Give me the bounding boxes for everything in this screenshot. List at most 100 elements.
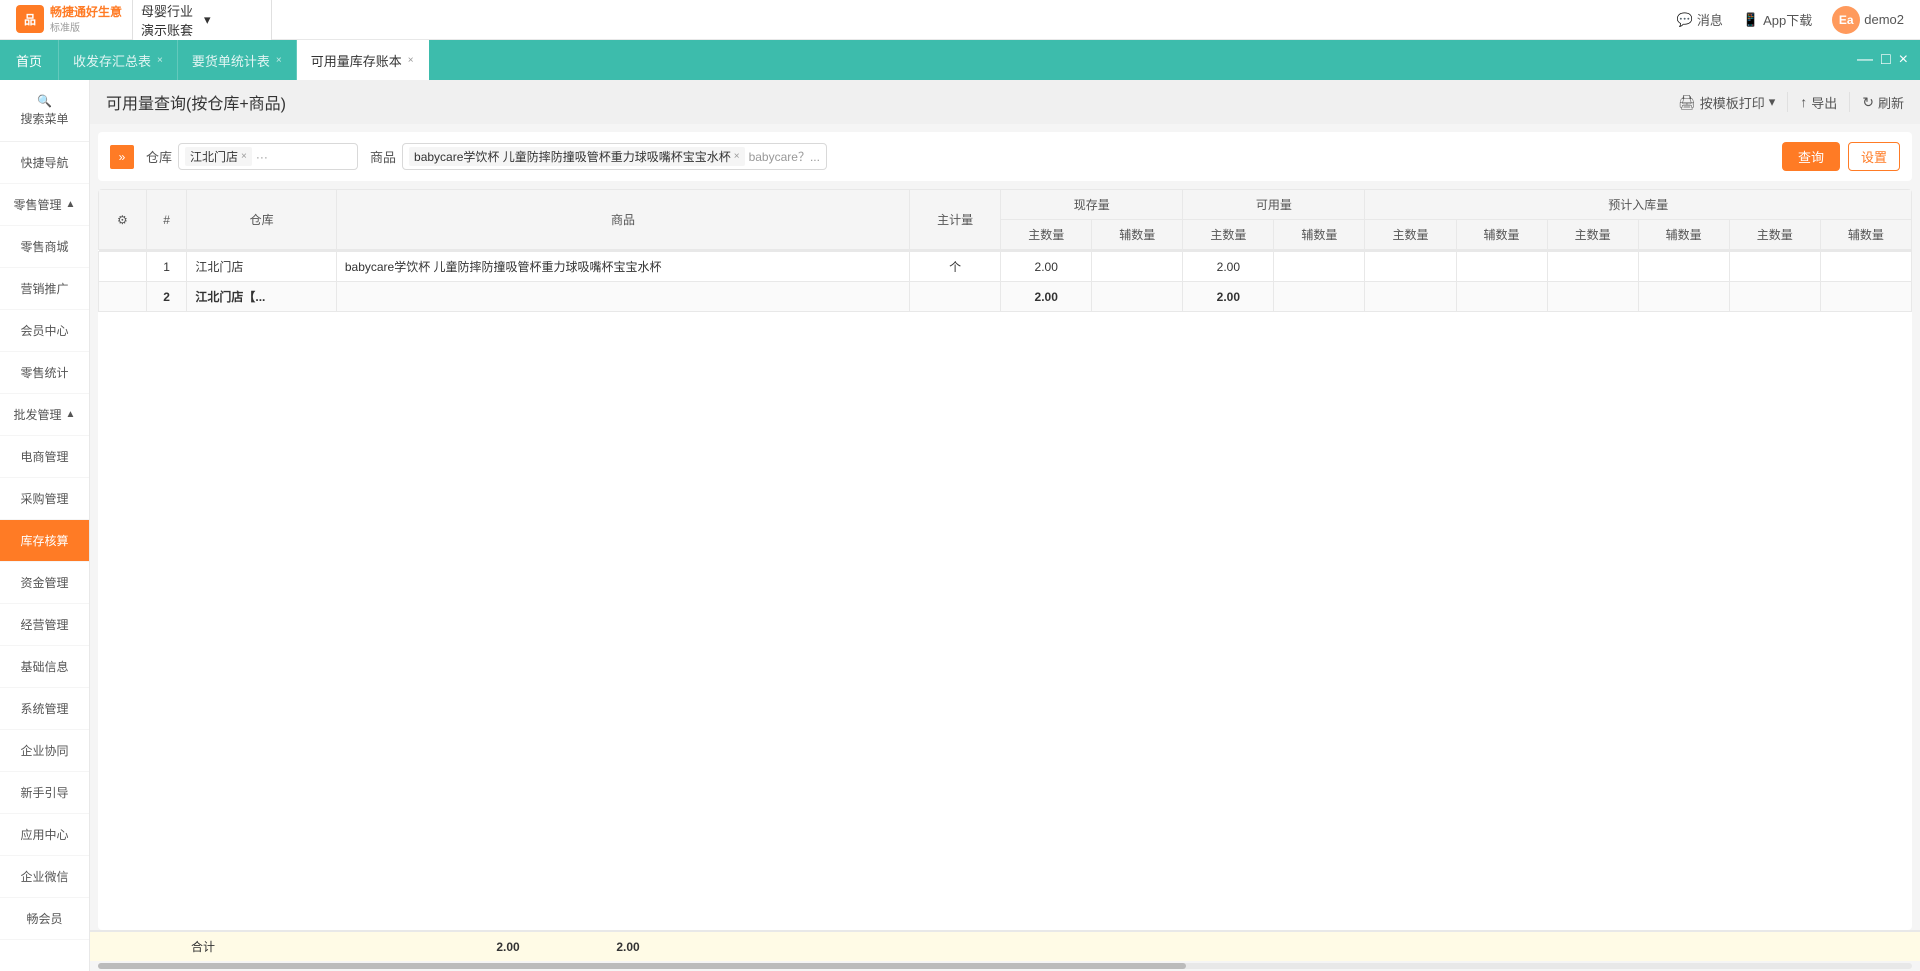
- th-stock-aux: 辅数量: [1092, 220, 1183, 250]
- footer-stock-main: 2.00: [478, 940, 538, 954]
- row2-warehouse: 江北门店【...: [187, 282, 336, 312]
- tab-receive-label: 收发存汇总表: [73, 51, 151, 70]
- tab-available-close-icon[interactable]: ×: [408, 55, 414, 66]
- th-purchase-aux: 辅数量: [1456, 220, 1547, 250]
- sidebar-purchase-label: 采购管理: [20, 490, 68, 507]
- sidebar-wechat-label: 企业微信: [20, 868, 68, 885]
- row2-no: 2: [146, 282, 187, 312]
- scroll-thumb[interactable]: [98, 963, 1186, 969]
- warehouse-tag-remove[interactable]: ×: [241, 151, 247, 162]
- scroll-area[interactable]: [98, 961, 1912, 971]
- brand-info: 畅捷通好生意 标准版: [50, 5, 122, 34]
- tab-available-inventory[interactable]: 可用量库存账本 ×: [297, 40, 429, 80]
- window-close-icon[interactable]: ×: [1899, 51, 1908, 69]
- scroll-track: [98, 963, 1912, 969]
- row1-no: 1: [146, 252, 187, 282]
- row1-purchase-main: [1365, 252, 1456, 282]
- warehouse-tags-input[interactable]: 江北门店 × ···: [178, 143, 358, 170]
- sidebar-item-retail-mall[interactable]: 零售商城: [0, 226, 89, 268]
- sidebar-item-finance[interactable]: 资金管理: [0, 562, 89, 604]
- tab-order-stats[interactable]: 要货单统计表 ×: [178, 40, 297, 80]
- row1-product-main: [1729, 252, 1820, 282]
- sidebar-item-enterprise[interactable]: 企业协同: [0, 730, 89, 772]
- product-tag-1: babycare学饮杯 儿童防摔防撞吸管杯重力球吸嘴杯宝宝水杯 ×: [409, 147, 745, 166]
- app-download-btn[interactable]: 📱 App下载: [1743, 10, 1812, 29]
- tab-home[interactable]: 首页: [0, 40, 59, 80]
- sidebar-item-member[interactable]: 会员中心: [0, 310, 89, 352]
- sidebar-item-retail-stats[interactable]: 零售统计: [0, 352, 89, 394]
- refresh-btn[interactable]: ↻ 刷新: [1862, 93, 1904, 112]
- export-btn[interactable]: ↑ 导出: [1800, 93, 1837, 112]
- footer-stock-aux: [538, 940, 598, 954]
- th-unit: 主计量: [910, 190, 1001, 250]
- sidebar-item-marketing[interactable]: 营销推广: [0, 268, 89, 310]
- search-menu-btn[interactable]: 🔍 搜索菜单: [6, 88, 83, 133]
- sidebar-finance-label: 资金管理: [20, 574, 68, 591]
- tab-order-close-icon[interactable]: ×: [276, 55, 282, 66]
- sidebar-item-ecommerce[interactable]: 电商管理: [0, 436, 89, 478]
- print-label: 按模板打印: [1700, 93, 1765, 112]
- minimize-icon[interactable]: —: [1857, 51, 1873, 69]
- table-scroll[interactable]: ⚙ # 仓库 商品 主计量 现存量 可用量 预计入库量 主数量 辅数量: [98, 189, 1912, 930]
- topbar-left: 品 畅捷通好生意 标准版 母婴行业演示账套 ▾: [16, 0, 272, 43]
- table-row: 1 江北门店 babycare学饮杯 儿童防摔防撞吸管杯重力球吸嘴杯宝宝水杯 个…: [99, 252, 1912, 282]
- settings-btn[interactable]: 设置: [1848, 142, 1900, 171]
- brand-sub: 标准版: [50, 19, 122, 34]
- page-actions: 🖨 按模板打印 ▾ ↑ 导出 ↻ 刷新: [1678, 92, 1904, 112]
- maximize-icon[interactable]: □: [1881, 51, 1891, 69]
- tab-receive-summary[interactable]: 收发存汇总表 ×: [59, 40, 178, 80]
- print-template-btn[interactable]: 🖨 按模板打印 ▾: [1678, 93, 1775, 112]
- expand-btn[interactable]: »: [110, 145, 134, 169]
- table-row-subtotal: 2 江北门店【... 2.00 2.00: [99, 282, 1912, 312]
- product-tag-text: babycare学饮杯 儿童防摔防撞吸管杯重力球吸嘴杯宝宝水杯: [414, 148, 731, 165]
- table-container: ⚙ # 仓库 商品 主计量 现存量 可用量 预计入库量 主数量 辅数量: [98, 189, 1912, 930]
- warehouse-more[interactable]: ···: [256, 150, 268, 164]
- row2-purchase-aux: [1456, 282, 1547, 312]
- row1-product: babycare学饮杯 儿童防摔防撞吸管杯重力球吸嘴杯宝宝水杯: [336, 252, 909, 282]
- product-tag-remove[interactable]: ×: [734, 151, 740, 162]
- th-purchase-main: 主数量: [1365, 220, 1456, 250]
- sidebar-item-inventory[interactable]: 库存核算: [0, 520, 89, 562]
- th-gear[interactable]: ⚙: [99, 190, 147, 250]
- tabbar: 首页 收发存汇总表 × 要货单统计表 × 可用量库存账本 × — □ ×: [0, 40, 1920, 80]
- row2-unit: [910, 282, 1001, 312]
- sidebar-item-vip[interactable]: 畅会员: [0, 898, 89, 940]
- sidebar-item-guide[interactable]: 新手引导: [0, 772, 89, 814]
- product-tags-input[interactable]: babycare学饮杯 儿童防摔防撞吸管杯重力球吸嘴杯宝宝水杯 × babyca…: [402, 143, 827, 170]
- sidebar-item-app-center[interactable]: 应用中心: [0, 814, 89, 856]
- row2-gear: [99, 282, 147, 312]
- divider-2: [1849, 92, 1850, 112]
- sidebar-item-retail-mgmt[interactable]: 零售管理 ▲: [0, 184, 89, 226]
- tab-receive-close-icon[interactable]: ×: [157, 55, 163, 66]
- message-label: 消息: [1697, 10, 1723, 29]
- row2-stock-main: 2.00: [1001, 282, 1092, 312]
- sidebar-item-wholesale-mgmt[interactable]: 批发管理 ▲: [0, 394, 89, 436]
- th-product-main: 主数量: [1729, 220, 1820, 250]
- th-product-aux: 辅数量: [1820, 220, 1911, 250]
- sidebar-item-shortcut[interactable]: 快捷导航: [0, 142, 89, 184]
- th-product: 商品: [336, 190, 909, 250]
- query-btn[interactable]: 查询: [1782, 142, 1840, 171]
- product-more[interactable]: babycare？...: [749, 148, 820, 165]
- filter-area: » 仓库 江北门店 × ··· 商品 babycare学饮杯 儿童防摔防撞吸管杯…: [98, 132, 1912, 181]
- row2-product-main: [1729, 282, 1820, 312]
- message-btn[interactable]: 💬 消息: [1677, 10, 1723, 29]
- row1-warehouse: 江北门店: [187, 252, 336, 282]
- retail-mgmt-arrow-icon: ▲: [66, 199, 76, 210]
- print-icon: 🖨: [1678, 94, 1696, 111]
- industry-selector[interactable]: 母婴行业演示账套 ▾: [132, 0, 272, 43]
- sidebar-operations-label: 经营管理: [20, 616, 68, 633]
- sidebar-item-basic-info[interactable]: 基础信息: [0, 646, 89, 688]
- app-icon: 📱: [1743, 12, 1759, 28]
- th-avail-group: 可用量: [1183, 190, 1365, 220]
- export-icon: ↑: [1800, 94, 1807, 110]
- row1-avail-aux: [1274, 252, 1365, 282]
- sidebar-item-wechat[interactable]: 企业微信: [0, 856, 89, 898]
- sidebar-item-purchase[interactable]: 采购管理: [0, 478, 89, 520]
- user-info[interactable]: Ea demo2: [1832, 6, 1904, 34]
- sidebar-guide-label: 新手引导: [20, 784, 68, 801]
- th-incoming-aux: 辅数量: [1638, 220, 1729, 250]
- sidebar-vip-label: 畅会员: [26, 910, 62, 927]
- sidebar-item-operations[interactable]: 经营管理: [0, 604, 89, 646]
- sidebar-item-system[interactable]: 系统管理: [0, 688, 89, 730]
